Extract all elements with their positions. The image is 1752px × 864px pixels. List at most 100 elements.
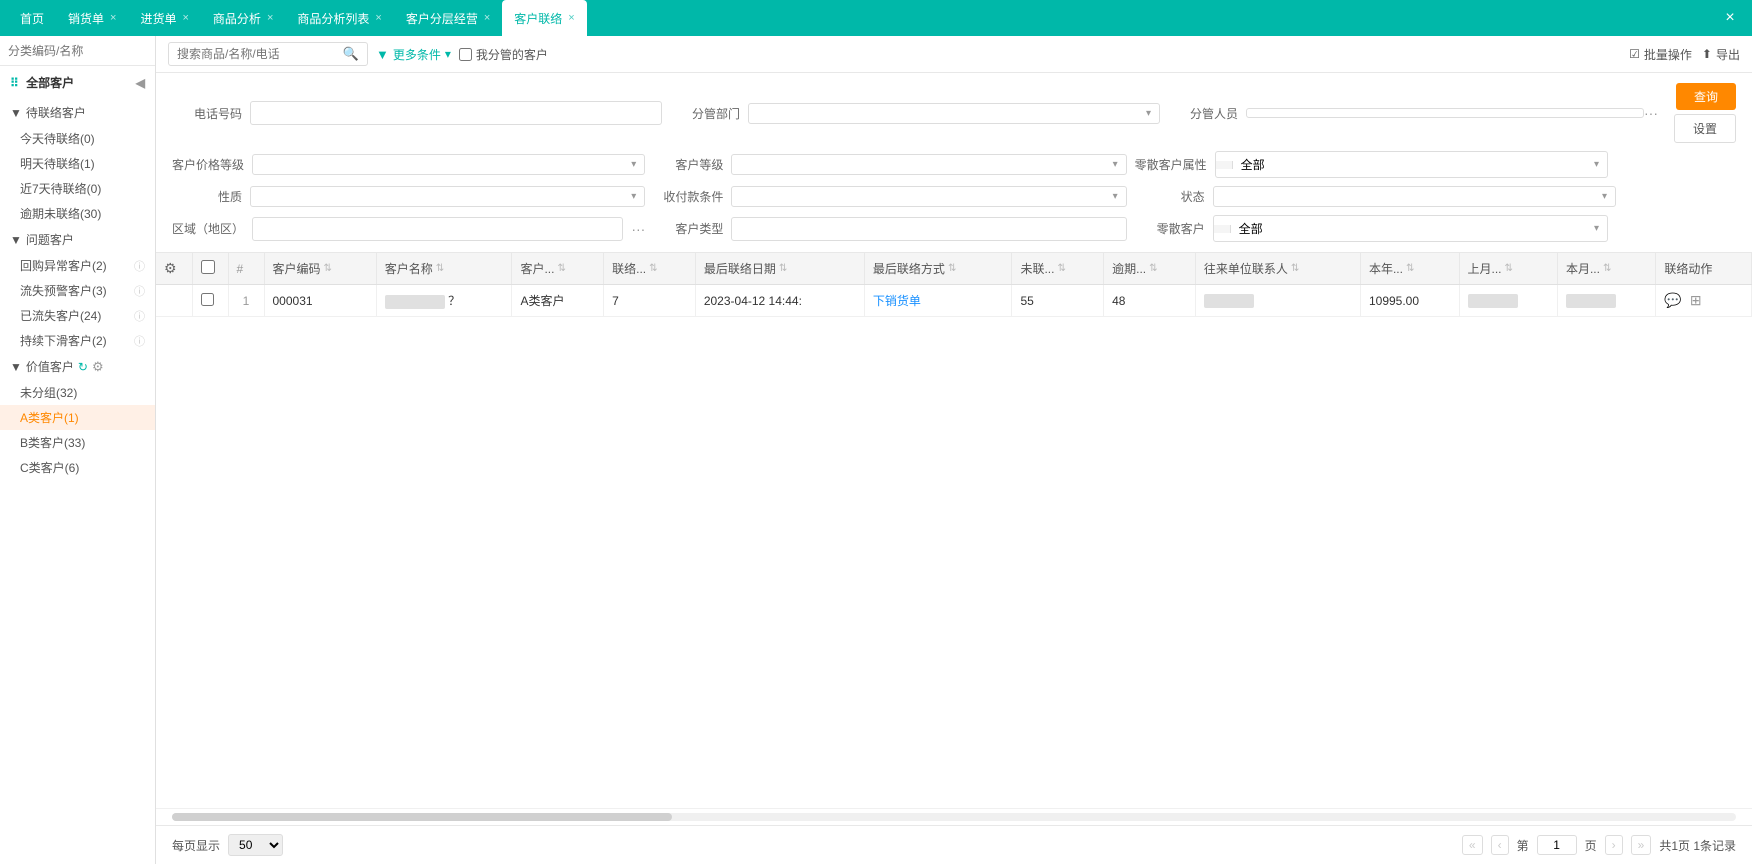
th-year-amount[interactable]: 本年... ⇅ (1360, 253, 1459, 285)
last-contact-method-link[interactable]: 下销货单 (873, 294, 921, 308)
th-overdue[interactable]: 逾期... ⇅ (1104, 253, 1196, 285)
person-more-button[interactable]: ··· (1644, 105, 1658, 121)
close-product-analysis-list[interactable]: × (375, 12, 381, 24)
sidebar-search-input[interactable] (8, 44, 156, 58)
more-filter-button[interactable]: ▼ 更多条件 ▾ (376, 46, 451, 63)
th-last-contact-date[interactable]: 最后联络日期 ⇅ (695, 253, 864, 285)
sidebar-item-7days-contact[interactable]: 近7天待联络(0) (0, 176, 155, 201)
th-customer-name[interactable]: 客户名称 ⇅ (376, 253, 512, 285)
filter-cell-status: 状态 ▾ (1135, 186, 1616, 207)
nav-purchase-order[interactable]: 进货单 × (128, 0, 200, 36)
th-this-month[interactable]: 本月... ⇅ (1557, 253, 1655, 285)
table-header-row: ⚙ # 客户编码 ⇅ (156, 253, 1752, 285)
sidebar-item-b-class[interactable]: B类客户(33) (0, 430, 155, 455)
close-product-analysis[interactable]: × (267, 12, 273, 24)
th-checkbox (192, 253, 228, 285)
my-customers-checkbox-label[interactable]: 我分管的客户 (459, 46, 548, 63)
close-sales-order[interactable]: × (110, 12, 116, 24)
th-no-contact[interactable]: 未联... ⇅ (1012, 253, 1104, 285)
query-button[interactable]: 查询 (1676, 83, 1736, 110)
filter-cell-price-grade: 客户价格等级 ▾ (172, 154, 653, 175)
th-contact-person[interactable]: 往来单位联系人 ⇅ (1195, 253, 1360, 285)
last-page-button[interactable]: » (1631, 835, 1652, 855)
filter-price-grade-select[interactable]: ▾ (252, 154, 645, 175)
filter-status-select[interactable]: ▾ (1213, 186, 1616, 207)
nature-dropdown-icon: ▾ (631, 191, 636, 202)
table-row: 1 000031 ？ A类客户 7 2023-04-12 14:44: 下销货单… (156, 285, 1752, 317)
filter-person-select[interactable] (1246, 108, 1644, 118)
filter-customer-grade-select[interactable]: ▾ (731, 154, 1126, 175)
nav-home[interactable]: 首页 (8, 0, 56, 36)
sidebar-item-repurchase-anomaly[interactable]: 回购异常客户(2) ⓘ (0, 253, 155, 278)
scroll-thumb[interactable] (172, 813, 672, 821)
sidebar-group-problem-customers[interactable]: ▼ 问题客户 (0, 226, 155, 253)
my-customers-checkbox[interactable] (459, 48, 472, 61)
th-customer-type[interactable]: 客户... ⇅ (512, 253, 604, 285)
sidebar-item-c-class[interactable]: C类客户(6) (0, 455, 155, 480)
filter-nature-select[interactable]: ▾ (250, 186, 645, 207)
sidebar-item-churn-warning[interactable]: 流失预警客户(3) ⓘ (0, 278, 155, 303)
filter-cell-customer-grade: 客户等级 ▾ (653, 154, 1134, 175)
value-group-settings-icon[interactable]: ⚙ (92, 359, 104, 375)
action-comment-icon[interactable]: 💬 (1664, 292, 1681, 309)
td-contact-person (1195, 285, 1360, 317)
value-group-refresh-icon[interactable]: ↻ (78, 360, 88, 374)
nav-customer-contact[interactable]: 客户联络 × (502, 0, 586, 36)
settings-button[interactable]: 设置 (1674, 114, 1736, 143)
sidebar-item-ungrouped[interactable]: 未分组(32) (0, 380, 155, 405)
sort-method-icon: ⇅ (948, 263, 956, 274)
close-customer-segment[interactable]: × (484, 12, 490, 24)
filter-customer-type-input[interactable] (731, 217, 1126, 241)
action-qr-icon[interactable]: ⊞ (1690, 292, 1702, 309)
next-page-button[interactable]: › (1605, 835, 1623, 855)
sidebar-item-tomorrow-contact[interactable]: 明天待联络(1) (0, 151, 155, 176)
nav-product-analysis[interactable]: 商品分析 × (201, 0, 285, 36)
first-page-button[interactable]: « (1462, 835, 1483, 855)
sidebar-item-declining[interactable]: 持续下滑客户(2) ⓘ (0, 328, 155, 353)
nav-customer-segment[interactable]: 客户分层经营 × (394, 0, 502, 36)
th-settings: ⚙ (156, 253, 192, 285)
sidebar-item-today-contact[interactable]: 今天待联络(0) (0, 126, 155, 151)
close-window-button[interactable]: × (1716, 4, 1744, 32)
sidebar-search-area: 🔍 (0, 36, 155, 66)
sidebar-all-customers[interactable]: ⠿ 全部客户 ◀ (0, 66, 155, 99)
filter-cell-payment: 收付款条件 ▾ (653, 186, 1134, 207)
page-number-input[interactable] (1537, 835, 1577, 855)
page-size-select[interactable]: 50 100 200 (228, 834, 283, 856)
nav-product-analysis-list[interactable]: 商品分析列表 × (285, 0, 393, 36)
sidebar-group-value-customers[interactable]: ▼ 价值客户 ↻ ⚙ (0, 353, 155, 380)
close-purchase-order[interactable]: × (182, 12, 188, 24)
batch-ops-button[interactable]: ☑ 批量操作 (1629, 46, 1692, 63)
table-settings-icon[interactable]: ⚙ (164, 260, 177, 276)
prev-page-button[interactable]: ‹ (1491, 835, 1509, 855)
td-year-amount: 10995.00 (1360, 285, 1459, 317)
th-customer-code[interactable]: 客户编码 ⇅ (264, 253, 376, 285)
th-last-contact-method[interactable]: 最后联络方式 ⇅ (864, 253, 1012, 285)
select-all-checkbox[interactable] (201, 260, 215, 274)
sidebar-item-overdue-contact[interactable]: 逾期未联络(30) (0, 201, 155, 226)
filter-retail-attr-select[interactable]: 全部 ▾ (1215, 151, 1608, 178)
toolbar-search-input[interactable] (177, 47, 343, 61)
filter-phone-input[interactable] (250, 101, 662, 125)
filter-region-input[interactable] (252, 217, 623, 241)
nav-sales-order[interactable]: 销货单 × (56, 0, 128, 36)
th-last-month[interactable]: 上月... ⇅ (1459, 253, 1557, 285)
sort-type-icon: ⇅ (557, 263, 565, 274)
filter-retail-customer-select[interactable]: 全部 ▾ (1213, 215, 1608, 242)
sort-name-icon: ⇅ (436, 263, 444, 274)
sidebar-collapse-icon[interactable]: ◀ (136, 76, 145, 90)
sidebar-item-a-class[interactable]: A类客户(1) (0, 405, 155, 430)
sidebar-item-churned[interactable]: 已流失客户(24) ⓘ (0, 303, 155, 328)
toolbar-search-icon[interactable]: 🔍 (343, 46, 359, 62)
row-checkbox[interactable] (201, 293, 214, 306)
horizontal-scrollbar[interactable] (156, 808, 1752, 825)
close-customer-contact[interactable]: × (568, 12, 574, 24)
region-more-button[interactable]: ··· (631, 221, 645, 237)
filter-dept-select[interactable]: ▾ (748, 103, 1160, 124)
th-contact-count[interactable]: 联络... ⇅ (604, 253, 696, 285)
export-button[interactable]: ⬆ 导出 (1702, 46, 1740, 63)
sidebar-group-pending-contact[interactable]: ▼ 待联络客户 (0, 99, 155, 126)
scroll-track[interactable] (172, 813, 1736, 821)
td-customer-type: A类客户 (512, 285, 604, 317)
filter-payment-select[interactable]: ▾ (731, 186, 1126, 207)
